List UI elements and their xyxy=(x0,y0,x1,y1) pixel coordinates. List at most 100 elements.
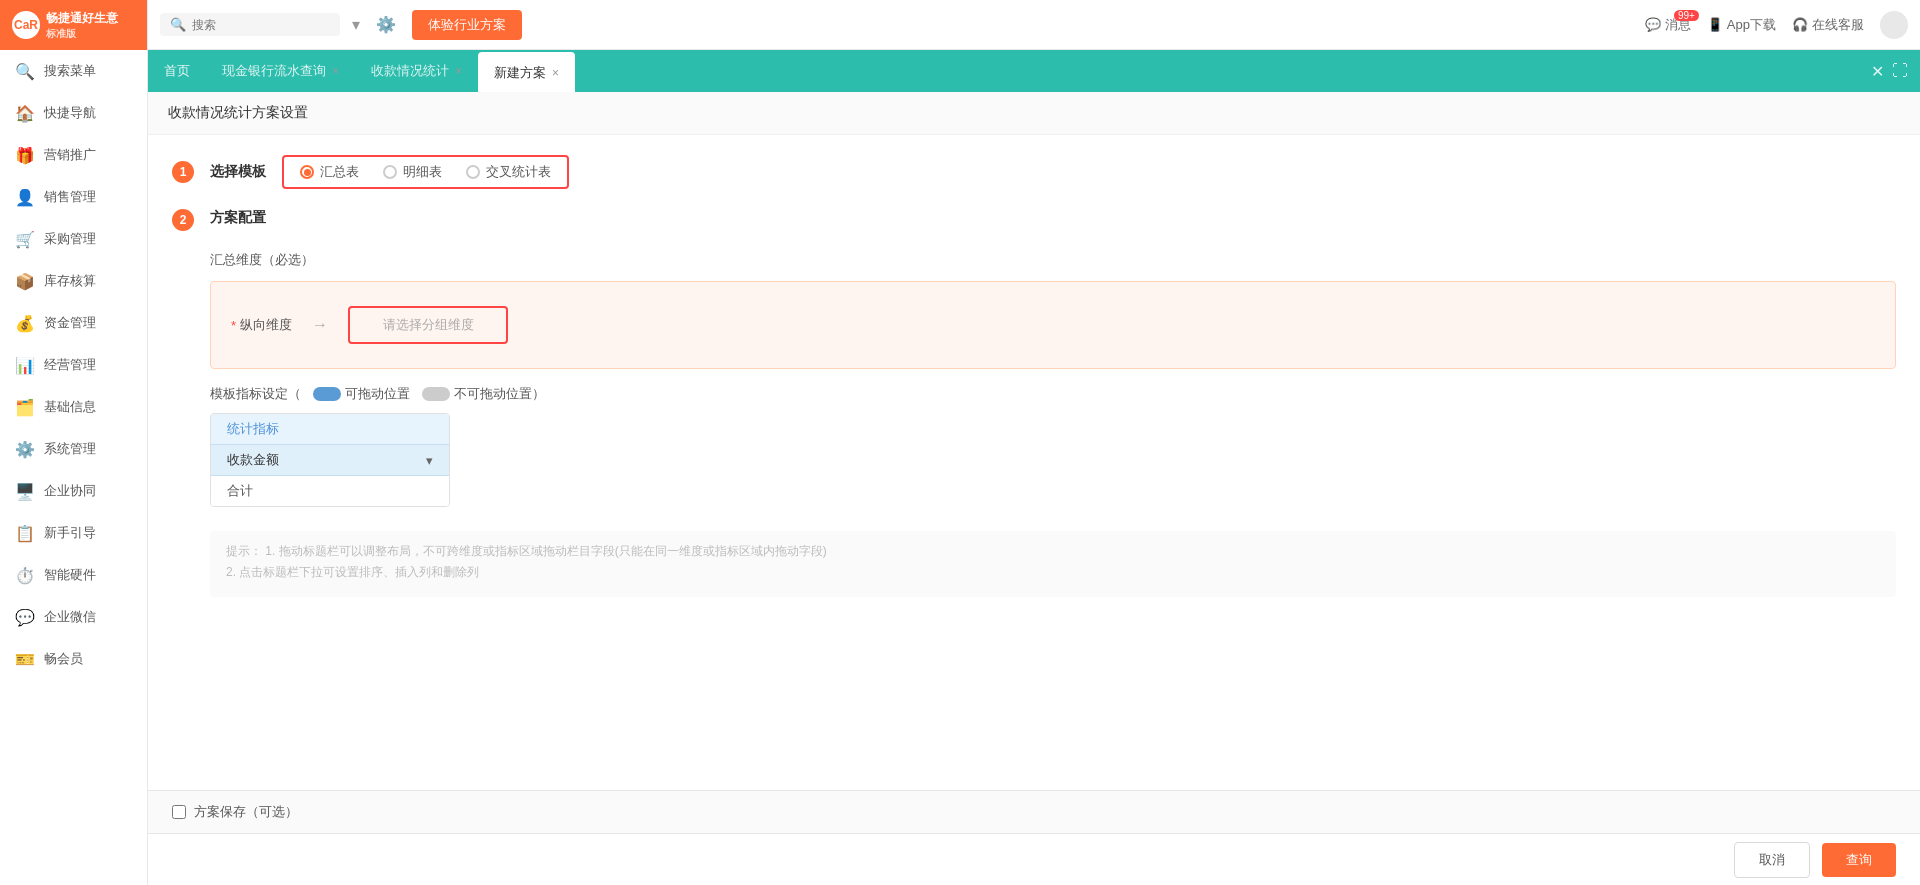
header-dropdown-icon[interactable]: ▾ xyxy=(352,15,360,34)
sidebar-item-hardware[interactable]: ⏱️ 智能硬件 xyxy=(0,554,147,596)
message-badge[interactable]: 💬 消息 99+ xyxy=(1645,16,1691,34)
sales-icon: 👤 xyxy=(16,188,34,206)
cancel-button[interactable]: 取消 xyxy=(1734,842,1810,878)
radio-cross-circle xyxy=(466,165,480,179)
step2-number: 2 xyxy=(172,209,194,231)
required-star: * xyxy=(231,318,236,333)
user-avatar[interactable] xyxy=(1880,11,1908,39)
save-label: 方案保存（可选） xyxy=(194,803,298,821)
radio-summary-label: 汇总表 xyxy=(320,163,359,181)
tab-collection-stats[interactable]: 收款情况统计 × xyxy=(355,50,478,92)
settings-icon[interactable]: ⚙️ xyxy=(376,15,396,34)
search-input[interactable] xyxy=(192,18,312,32)
tip-line-2: 2. 点击标题栏下拉可设置排序、插入列和删除列 xyxy=(226,564,1880,581)
col1-dropdown-icon[interactable]: ▾ xyxy=(426,453,433,468)
step1-row: 1 选择模板 汇总表 明细表 xyxy=(172,155,1896,189)
pill-gray-icon xyxy=(422,387,450,401)
cell-total-label: 合计 xyxy=(227,483,253,498)
tips-area: 提示： 1. 拖动标题栏可以调整布局，不可跨维度或指标区域拖动栏目字段(只能在同… xyxy=(210,531,1896,597)
collab-icon: 🖥️ xyxy=(16,482,34,500)
sidebar-item-label: 智能硬件 xyxy=(44,566,96,584)
tab-close-window-icon[interactable]: ✕ xyxy=(1871,62,1884,81)
radio-cross-label: 交叉统计表 xyxy=(486,163,551,181)
step2-label: 方案配置 xyxy=(210,209,266,227)
query-button[interactable]: 查询 xyxy=(1822,843,1896,877)
search-menu-icon: 🔍 xyxy=(16,62,34,80)
search-icon: 🔍 xyxy=(170,17,186,32)
sidebar-item-member[interactable]: 🎫 畅会员 xyxy=(0,638,147,680)
sidebar-item-system[interactable]: ⚙️ 系统管理 xyxy=(0,428,147,470)
sidebar-item-basic-info[interactable]: 🗂️ 基础信息 xyxy=(0,386,147,428)
badge-count: 99+ xyxy=(1674,10,1699,21)
system-icon: ⚙️ xyxy=(16,440,34,458)
tabbar: 首页 现金银行流水查询 × 收款情况统计 × 新建方案 × ✕ ⛶ xyxy=(148,50,1920,92)
metrics-cell-total: 合计 xyxy=(211,476,449,506)
message-icon: 💬 xyxy=(1645,17,1661,32)
app-download[interactable]: 📱 App下载 xyxy=(1707,16,1776,34)
main-content: 收款情况统计方案设置 1 选择模板 汇总表 xyxy=(148,92,1920,885)
sidebar-logo: CaR 畅捷通好生意 标准版 xyxy=(0,0,147,50)
header: 🔍 ▾ ⚙️ 体验行业方案 💬 消息 99+ 📱 App下载 🎧 在线客服 xyxy=(148,0,1920,50)
sidebar-item-quick-nav[interactable]: 🏠 快捷导航 xyxy=(0,92,147,134)
metrics-header-label: 统计指标 xyxy=(227,421,279,436)
col1-label: 收款金额 xyxy=(227,451,279,469)
tab-bank-flow-close[interactable]: × xyxy=(332,64,339,78)
sidebar-item-guide[interactable]: 📋 新手引导 xyxy=(0,512,147,554)
template-options-box: 汇总表 明细表 交叉统计表 xyxy=(282,155,569,189)
metrics-col1[interactable]: 收款金额 ▾ xyxy=(211,445,449,476)
tab-new-plan[interactable]: 新建方案 × xyxy=(478,52,575,94)
tab-home[interactable]: 首页 xyxy=(148,50,206,92)
logo-text: 畅捷通好生意 xyxy=(46,10,118,27)
sidebar-item-finance[interactable]: 💰 资金管理 xyxy=(0,302,147,344)
draggable-toggle[interactable]: 可拖动位置 xyxy=(313,385,410,403)
wechat-icon: 💬 xyxy=(16,608,34,626)
step1-label: 选择模板 xyxy=(210,163,266,181)
header-search-box[interactable]: 🔍 xyxy=(160,13,340,36)
sidebar-item-marketing[interactable]: 🎁 营销推广 xyxy=(0,134,147,176)
not-draggable-label: 不可拖动位置） xyxy=(454,385,545,403)
dim-label-text: 汇总维度（必选） xyxy=(210,252,314,267)
dim-selector[interactable]: 请选择分组维度 xyxy=(348,306,508,344)
radio-summary[interactable]: 汇总表 xyxy=(300,163,359,181)
sidebar-item-label: 基础信息 xyxy=(44,398,96,416)
save-checkbox[interactable] xyxy=(172,805,186,819)
sidebar-item-label: 库存核算 xyxy=(44,272,96,290)
config-section: 汇总维度（必选） * 纵向维度 → 请选择分组维度 模板指标设 xyxy=(210,251,1896,597)
hardware-icon: ⏱️ xyxy=(16,566,34,584)
radio-cross[interactable]: 交叉统计表 xyxy=(466,163,551,181)
not-draggable-toggle[interactable]: 不可拖动位置） xyxy=(422,385,545,403)
content-area: 收款情况统计方案设置 1 选择模板 汇总表 xyxy=(148,92,1920,885)
metrics-label-text: 模板指标设定（ xyxy=(210,385,301,403)
sidebar-item-enterprise-collab[interactable]: 🖥️ 企业协同 xyxy=(0,470,147,512)
sidebar-item-label: 销售管理 xyxy=(44,188,96,206)
sidebar-item-operations[interactable]: 📊 经营管理 xyxy=(0,344,147,386)
pill-blue-icon xyxy=(313,387,341,401)
sidebar: CaR 畅捷通好生意 标准版 🔍 搜索菜单 🏠 快捷导航 🎁 营销推广 👤 销售… xyxy=(0,0,148,885)
tab-bank-flow[interactable]: 现金银行流水查询 × xyxy=(206,50,355,92)
industry-solution-button[interactable]: 体验行业方案 xyxy=(412,10,522,40)
metrics-table: 统计指标 收款金额 ▾ 合计 xyxy=(210,413,450,507)
tab-new-plan-close[interactable]: × xyxy=(552,66,559,80)
sidebar-item-search[interactable]: 🔍 搜索菜单 xyxy=(0,50,147,92)
online-support[interactable]: 🎧 在线客服 xyxy=(1792,16,1864,34)
sidebar-item-purchase[interactable]: 🛒 采购管理 xyxy=(0,218,147,260)
tabbar-actions: ✕ ⛶ xyxy=(1871,62,1920,81)
sidebar-item-label: 搜索菜单 xyxy=(44,62,96,80)
finance-icon: 💰 xyxy=(16,314,34,332)
sidebar-item-label: 营销推广 xyxy=(44,146,96,164)
metrics-section: 模板指标设定（ 可拖动位置 不可拖动位置） 统计指标 xyxy=(210,385,1896,511)
sidebar-item-inventory[interactable]: 📦 库存核算 xyxy=(0,260,147,302)
page-title: 收款情况统计方案设置 xyxy=(168,104,308,120)
sidebar-item-label: 畅会员 xyxy=(44,650,83,668)
metrics-table-header: 统计指标 xyxy=(211,414,449,445)
step2-row: 2 方案配置 xyxy=(172,209,1896,231)
sidebar-item-wechat[interactable]: 💬 企业微信 xyxy=(0,596,147,638)
basic-info-icon: 🗂️ xyxy=(16,398,34,416)
tab-collection-stats-close[interactable]: × xyxy=(455,64,462,78)
sidebar-item-sales[interactable]: 👤 销售管理 xyxy=(0,176,147,218)
tab-maximize-icon[interactable]: ⛶ xyxy=(1892,62,1908,80)
sidebar-item-label: 采购管理 xyxy=(44,230,96,248)
headset-icon: 🎧 xyxy=(1792,17,1808,32)
tip-line-1: 提示： 1. 拖动标题栏可以调整布局，不可跨维度或指标区域拖动栏目字段(只能在同… xyxy=(226,543,1880,560)
radio-detail[interactable]: 明细表 xyxy=(383,163,442,181)
